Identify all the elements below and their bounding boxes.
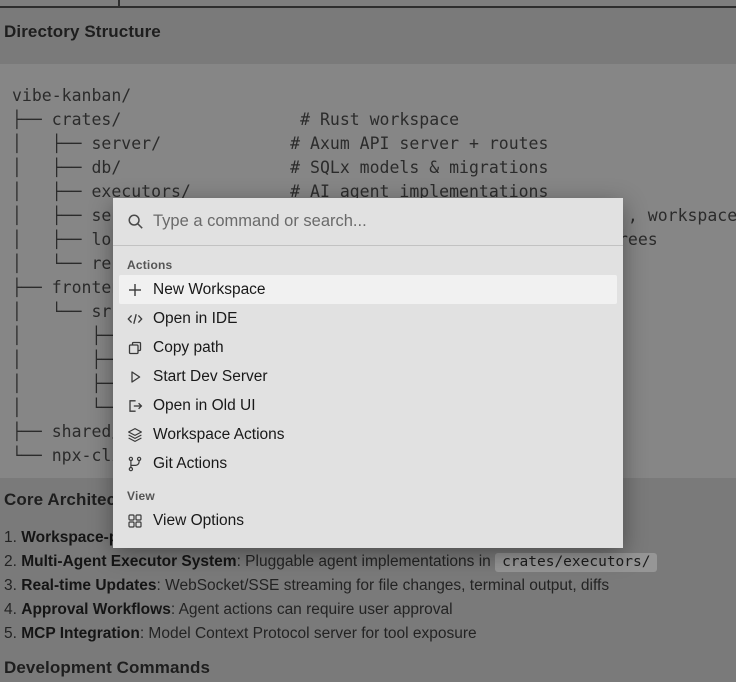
list-item: 2. Multi-Agent Executor System: Pluggabl…: [4, 550, 736, 574]
command-search-row: [113, 198, 623, 246]
list-number: 4.: [4, 601, 17, 618]
menu-item-view-options[interactable]: View Options: [113, 506, 623, 535]
section-label-actions: Actions: [127, 258, 173, 272]
menu-item-workspace-actions[interactable]: Workspace Actions: [113, 420, 623, 449]
menu-item-label: New Workspace: [153, 280, 266, 298]
code-line: vibe-kanban/: [12, 86, 132, 105]
menu-item-label: Copy path: [153, 338, 224, 356]
list-term: Multi-Agent Executor System: [21, 553, 237, 570]
tab-divider: [118, 0, 120, 6]
copy-icon: [127, 340, 143, 356]
list-number: 1.: [4, 529, 17, 546]
menu-item-open-in-ide[interactable]: Open in IDE: [113, 304, 623, 333]
command-search-input[interactable]: [153, 212, 609, 231]
list-desc: : WebSocket/SSE streaming for file chang…: [156, 577, 610, 594]
menu-item-label: View Options: [153, 511, 245, 529]
list-number: 5.: [4, 625, 17, 642]
menu-item-label: Git Actions: [153, 454, 228, 472]
development-commands-heading: Development Commands: [4, 658, 211, 677]
menu-item-open-in-old-ui[interactable]: Open in Old UI: [113, 391, 623, 420]
list-desc: : Pluggable agent implementations in: [236, 553, 496, 570]
list-item: 4. Approval Workflows: Agent actions can…: [4, 598, 736, 622]
list-desc: : Model Context Protocol server for tool…: [139, 625, 477, 642]
menu-item-start-dev-server[interactable]: Start Dev Server: [113, 362, 623, 391]
list-number: 2.: [4, 553, 17, 570]
directory-structure-heading: Directory Structure: [4, 22, 161, 41]
app-root: { "document": { "heading_directory": "Di…: [0, 0, 736, 682]
play-icon: [127, 369, 143, 385]
list-term: Approval Workflows: [21, 601, 171, 618]
top-tab-bar: [0, 0, 736, 8]
list-term: Real-time Updates: [21, 577, 157, 594]
menu-item-label: Start Dev Server: [153, 367, 268, 385]
code-icon: [127, 311, 143, 327]
menu-item-copy-path[interactable]: Copy path: [113, 333, 623, 362]
menu-item-label: Open in Old UI: [153, 396, 256, 414]
search-icon: [127, 213, 144, 230]
code-line: │ ├── db/ # SQLx models & migrations: [12, 158, 549, 177]
menu-item-git-actions[interactable]: Git Actions: [113, 449, 623, 478]
list-term: Workspace-p: [21, 529, 119, 546]
list-item: 3. Real-time Updates: WebSocket/SSE stre…: [4, 574, 736, 598]
list-term: MCP Integration: [21, 625, 140, 642]
git-branch-icon: [127, 456, 143, 472]
plus-icon: [127, 282, 143, 298]
layers-icon: [127, 427, 143, 443]
menu-item-label: Workspace Actions: [153, 425, 285, 443]
list-number: 3.: [4, 577, 17, 594]
menu-item-label: Open in IDE: [153, 309, 238, 327]
code-line: │ ├── server/ # Axum API server + routes: [12, 134, 549, 153]
command-palette: Actions New Workspace Open in IDE: [113, 198, 623, 548]
list-item: 5. MCP Integration: Model Context Protoc…: [4, 622, 736, 646]
command-list: Actions New Workspace Open in IDE Copy p…: [113, 246, 623, 547]
menu-item-new-workspace[interactable]: New Workspace: [119, 275, 617, 304]
launch-icon: [127, 398, 143, 414]
code-line: ├── crates/ # Rust workspace: [12, 110, 460, 129]
list-desc: : Agent actions can require user approva…: [170, 601, 453, 618]
section-label-view: View: [127, 489, 155, 503]
inline-code-chip: crates/executors/: [495, 553, 658, 572]
grid-icon: [127, 513, 143, 529]
